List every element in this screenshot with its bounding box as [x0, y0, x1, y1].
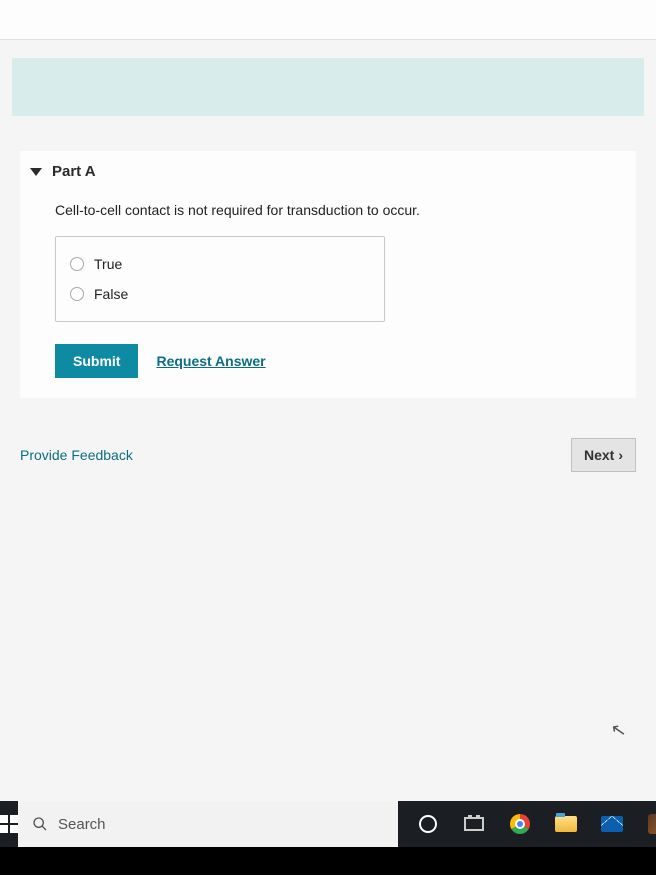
- request-answer-link[interactable]: Request Answer: [156, 353, 265, 369]
- footer-row: Provide Feedback Next ›: [20, 438, 636, 472]
- info-banner: [12, 58, 644, 116]
- mail-icon: [601, 816, 623, 832]
- option-label: True: [94, 256, 122, 272]
- app-icon: [648, 814, 656, 834]
- option-false[interactable]: False: [70, 279, 370, 309]
- submit-button[interactable]: Submit: [55, 344, 138, 378]
- question-card: Part A Cell-to-cell contact is not requi…: [20, 151, 636, 398]
- cortana-icon: [419, 815, 437, 833]
- part-header[interactable]: Part A: [20, 151, 636, 192]
- windows-taskbar: Search: [0, 801, 656, 847]
- cursor-icon: ↖: [609, 719, 628, 742]
- answer-options: True False: [55, 236, 385, 322]
- search-icon: [32, 816, 48, 832]
- part-title: Part A: [52, 163, 96, 180]
- collapse-caret-icon[interactable]: [30, 168, 42, 176]
- task-view-icon: [464, 817, 484, 831]
- radio-icon[interactable]: [70, 287, 84, 301]
- chrome-icon: [510, 814, 530, 834]
- next-button[interactable]: Next ›: [571, 438, 636, 472]
- browser-top-strip: [0, 0, 656, 40]
- windows-logo-icon: [0, 815, 18, 833]
- chevron-right-icon: ›: [618, 447, 623, 463]
- cortana-button[interactable]: [408, 801, 448, 847]
- file-explorer-button[interactable]: [546, 801, 586, 847]
- question-body: Cell-to-cell contact is not required for…: [20, 192, 636, 398]
- screen-bezel: [0, 847, 656, 875]
- taskbar-icons: [398, 801, 656, 847]
- question-text: Cell-to-cell contact is not required for…: [55, 202, 601, 218]
- option-label: False: [94, 286, 128, 302]
- mail-button[interactable]: [592, 801, 632, 847]
- chrome-button[interactable]: [500, 801, 540, 847]
- next-label: Next: [584, 447, 614, 463]
- folder-icon: [555, 816, 577, 832]
- option-true[interactable]: True: [70, 249, 370, 279]
- taskbar-search[interactable]: Search: [18, 801, 398, 847]
- actions-row: Submit Request Answer: [55, 344, 601, 378]
- app-button[interactable]: [638, 801, 656, 847]
- radio-icon[interactable]: [70, 257, 84, 271]
- start-button[interactable]: [0, 801, 18, 847]
- provide-feedback-link[interactable]: Provide Feedback: [20, 447, 133, 463]
- page-content: Part A Cell-to-cell contact is not requi…: [0, 0, 656, 801]
- task-view-button[interactable]: [454, 801, 494, 847]
- search-placeholder: Search: [58, 816, 106, 833]
